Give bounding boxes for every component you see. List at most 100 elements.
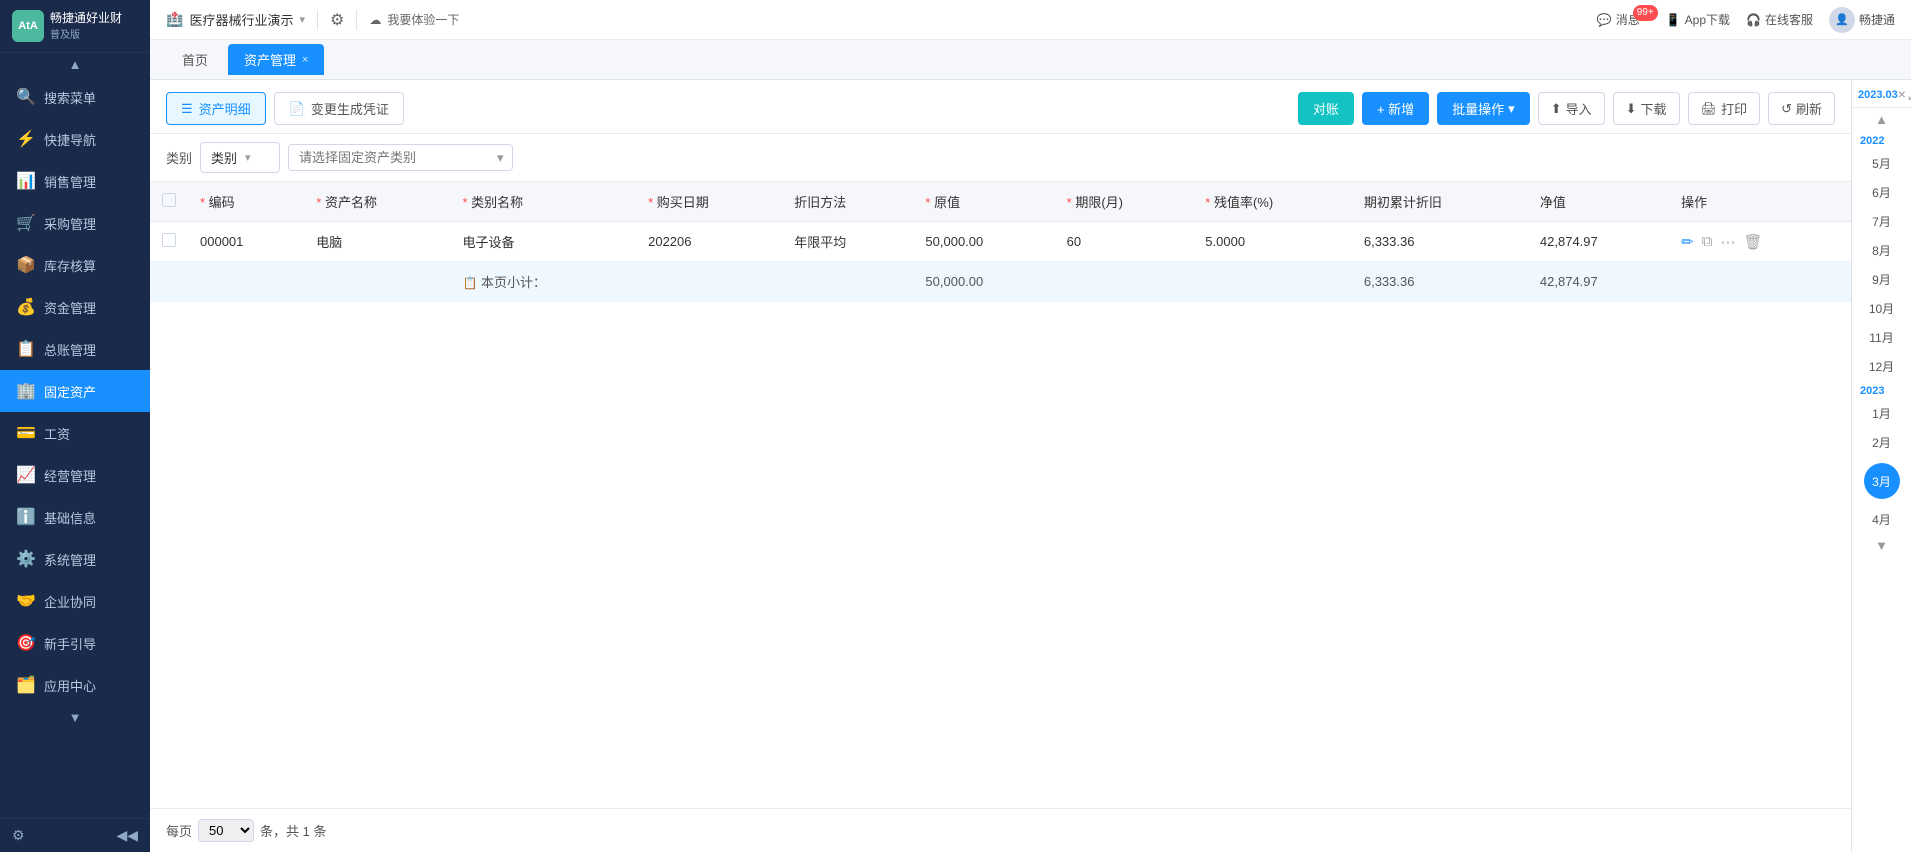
topbar: 🏥 医疗器械行业演示 ▾ ⚙ ☁ 我要体验一下 💬 消息 99+ 📱 App下载… — [150, 0, 1911, 40]
toolbar: ☰ 资产明细 📄 变更生成凭证 对账 + 新增 批量操作 ▾ ⬆ — [150, 80, 1851, 134]
header-initial-depreciation: 期初累计折旧 — [1352, 182, 1528, 222]
per-page-select[interactable]: 10 20 50 100 — [198, 819, 254, 842]
select-all-checkbox[interactable] — [162, 193, 176, 207]
sidebar-item-finance[interactable]: 💰 资金管理 — [0, 286, 150, 328]
sidebar-item-search[interactable]: 🔍 搜索菜单 — [0, 76, 150, 118]
calendar-month-12[interactable]: 12月 — [1852, 352, 1911, 381]
calendar-month-7[interactable]: 7月 — [1852, 207, 1911, 236]
download-icon2: ⬇ — [1626, 101, 1637, 117]
filter-bar: 类别 类别 ▾ ▾ — [150, 134, 1851, 182]
print-button[interactable]: 🖨 打印 — [1688, 92, 1761, 125]
sidebar-item-label: 总账管理 — [44, 340, 96, 359]
calendar-month-10[interactable]: 10月 — [1852, 294, 1911, 323]
messages-button[interactable]: 💬 消息 99+ — [1597, 11, 1650, 28]
print-label: 打印 — [1721, 99, 1747, 118]
ledger-icon: 📋 — [16, 339, 34, 359]
category-input[interactable] — [289, 145, 489, 170]
row-net-value: 42,874.97 — [1528, 222, 1669, 262]
calendar-panel: 2023.03 × ⤢ ▲ 2022 5月 6月 7月 8月 9月 10月 11… — [1851, 80, 1911, 852]
download-button[interactable]: ⬇ 下载 — [1613, 92, 1680, 125]
sidebar-scroll-up[interactable]: ▲ — [0, 53, 150, 76]
delete-icon[interactable]: 🗑 — [1743, 233, 1762, 251]
table-header-row: 编码 资产名称 类别名称 购买日期 — [150, 182, 1851, 222]
calendar-scroll-up[interactable]: ▲ — [1852, 108, 1911, 131]
cart-icon: 🛒 — [16, 213, 34, 233]
sidebar-item-app-center[interactable]: 🗂️ 应用中心 — [0, 664, 150, 706]
subtotal-initial-depreciation: 6,333.36 — [1352, 262, 1528, 302]
calendar-panel-header: 2023.03 × ⤢ — [1852, 80, 1911, 108]
sidebar-item-label: 销售管理 — [44, 172, 96, 191]
calendar-month-11[interactable]: 11月 — [1852, 323, 1911, 352]
batch-button[interactable]: 批量操作 ▾ — [1437, 92, 1530, 125]
sidebar-item-sales[interactable]: 📊 销售管理 — [0, 160, 150, 202]
tab-home[interactable]: 首页 — [166, 44, 224, 75]
sidebar-scroll-down[interactable]: ▼ — [0, 706, 150, 729]
calendar-year-2022-label: 2022 — [1852, 131, 1911, 149]
header-original-value: 原值 — [913, 182, 1054, 222]
topbar-right: 💬 消息 99+ 📱 App下载 🎧 在线客服 👤 畅捷通 — [1597, 7, 1895, 33]
sidebar-item-inventory[interactable]: 📦 库存核算 — [0, 244, 150, 286]
user-menu[interactable]: 👤 畅捷通 — [1829, 7, 1895, 33]
sidebar-item-basic-info[interactable]: ℹ️ 基础信息 — [0, 496, 150, 538]
calendar-months: ▲ 2022 5月 6月 7月 8月 9月 10月 11月 12月 2023 1… — [1852, 108, 1911, 852]
refresh-icon: ↺ — [1781, 101, 1792, 117]
calendar-close-icon[interactable]: × — [1898, 86, 1906, 103]
new-button[interactable]: + 新增 — [1362, 92, 1429, 125]
sidebar-item-payroll[interactable]: 💳 工资 — [0, 412, 150, 454]
gear-icon[interactable]: ⚙ — [12, 827, 25, 844]
copy-icon[interactable]: ⧉ — [1702, 233, 1713, 250]
sidebar-item-system[interactable]: ⚙️ 系统管理 — [0, 538, 150, 580]
calendar-month-2023-4[interactable]: 4月 — [1852, 505, 1911, 534]
sidebar-item-collab[interactable]: 🤝 企业协同 — [0, 580, 150, 622]
export-button[interactable]: ⬆ 导入 — [1538, 92, 1605, 125]
row-purchase-date: 202206 — [636, 222, 782, 262]
experience-button[interactable]: ☁ 我要体验一下 — [369, 11, 459, 28]
header-net-value: 净值 — [1528, 182, 1669, 222]
calendar-month-2023-1[interactable]: 1月 — [1852, 399, 1911, 428]
sidebar-item-operations[interactable]: 📈 经营管理 — [0, 454, 150, 496]
sidebar-item-ledger[interactable]: 📋 总账管理 — [0, 328, 150, 370]
edit-icon[interactable]: ✏ — [1681, 233, 1694, 251]
company-selector[interactable]: 🏥 医疗器械行业演示 ▾ — [166, 10, 305, 29]
header-checkbox-cell — [150, 182, 188, 222]
tab-asset-detail-label: 资产明细 — [199, 99, 251, 118]
tab-close-button[interactable]: × — [302, 54, 308, 66]
sidebar-item-navigation[interactable]: ⚡ 快捷导航 — [0, 118, 150, 160]
tab-asset-management[interactable]: 资产管理 × — [228, 44, 324, 75]
category-select[interactable]: 类别 ▾ — [200, 142, 280, 173]
sidebar-nav: ▲ 🔍 搜索菜单 ⚡ 快捷导航 📊 销售管理 🛒 采购管理 📦 库存核算 💰 资… — [0, 53, 150, 818]
app-download-button[interactable]: 📱 App下载 — [1666, 11, 1730, 28]
topbar-divider2 — [356, 10, 357, 30]
customer-service-button[interactable]: 🎧 在线客服 — [1746, 11, 1813, 28]
calendar-month-9[interactable]: 9月 — [1852, 265, 1911, 294]
refresh-button[interactable]: ↺ 刷新 — [1768, 92, 1835, 125]
table-row: 000001 电脑 电子设备 202206 年限平均 50,000.00 60 … — [150, 222, 1851, 262]
sidebar-item-fixed-assets[interactable]: 🏢 固定资产 — [0, 370, 150, 412]
calendar-month-2023-2[interactable]: 2月 — [1852, 428, 1911, 457]
calendar-year-2023-label: 2023 — [1852, 381, 1911, 399]
header-depreciation-method: 折旧方法 — [782, 182, 913, 222]
sidebar-item-label: 采购管理 — [44, 214, 96, 233]
lightning-icon: ⚡ — [16, 129, 34, 149]
tab-label: 资产管理 — [244, 50, 296, 69]
calendar-month-2023-3[interactable]: 3月 — [1864, 463, 1900, 499]
settings-button[interactable]: ⚙ — [330, 10, 344, 30]
more-icon[interactable]: ⋯ — [1720, 233, 1735, 251]
sidebar-item-guide[interactable]: 🎯 新手引导 — [0, 622, 150, 664]
row-checkbox[interactable] — [162, 233, 176, 247]
tab-asset-detail-button[interactable]: ☰ 资产明细 — [166, 92, 266, 125]
reconcile-button[interactable]: 对账 — [1298, 92, 1354, 125]
company-icon: 🏥 — [166, 11, 183, 28]
calendar-month-8[interactable]: 8月 — [1852, 236, 1911, 265]
sidebar-item-purchase[interactable]: 🛒 采购管理 — [0, 202, 150, 244]
calendar-month-6[interactable]: 6月 — [1852, 178, 1911, 207]
calendar-month-5[interactable]: 5月 — [1852, 149, 1911, 178]
export-label: 导入 — [1566, 99, 1592, 118]
calendar-scroll-down[interactable]: ▼ — [1852, 534, 1911, 557]
guide-icon: 🎯 — [16, 633, 34, 653]
header-action: 操作 — [1669, 182, 1851, 222]
tab-voucher-button[interactable]: 📄 变更生成凭证 — [274, 92, 404, 125]
input-dropdown-arrow-icon[interactable]: ▾ — [489, 150, 512, 166]
collapse-icon[interactable]: ◀◀ — [116, 827, 138, 844]
filter-label: 类别 — [166, 148, 192, 167]
